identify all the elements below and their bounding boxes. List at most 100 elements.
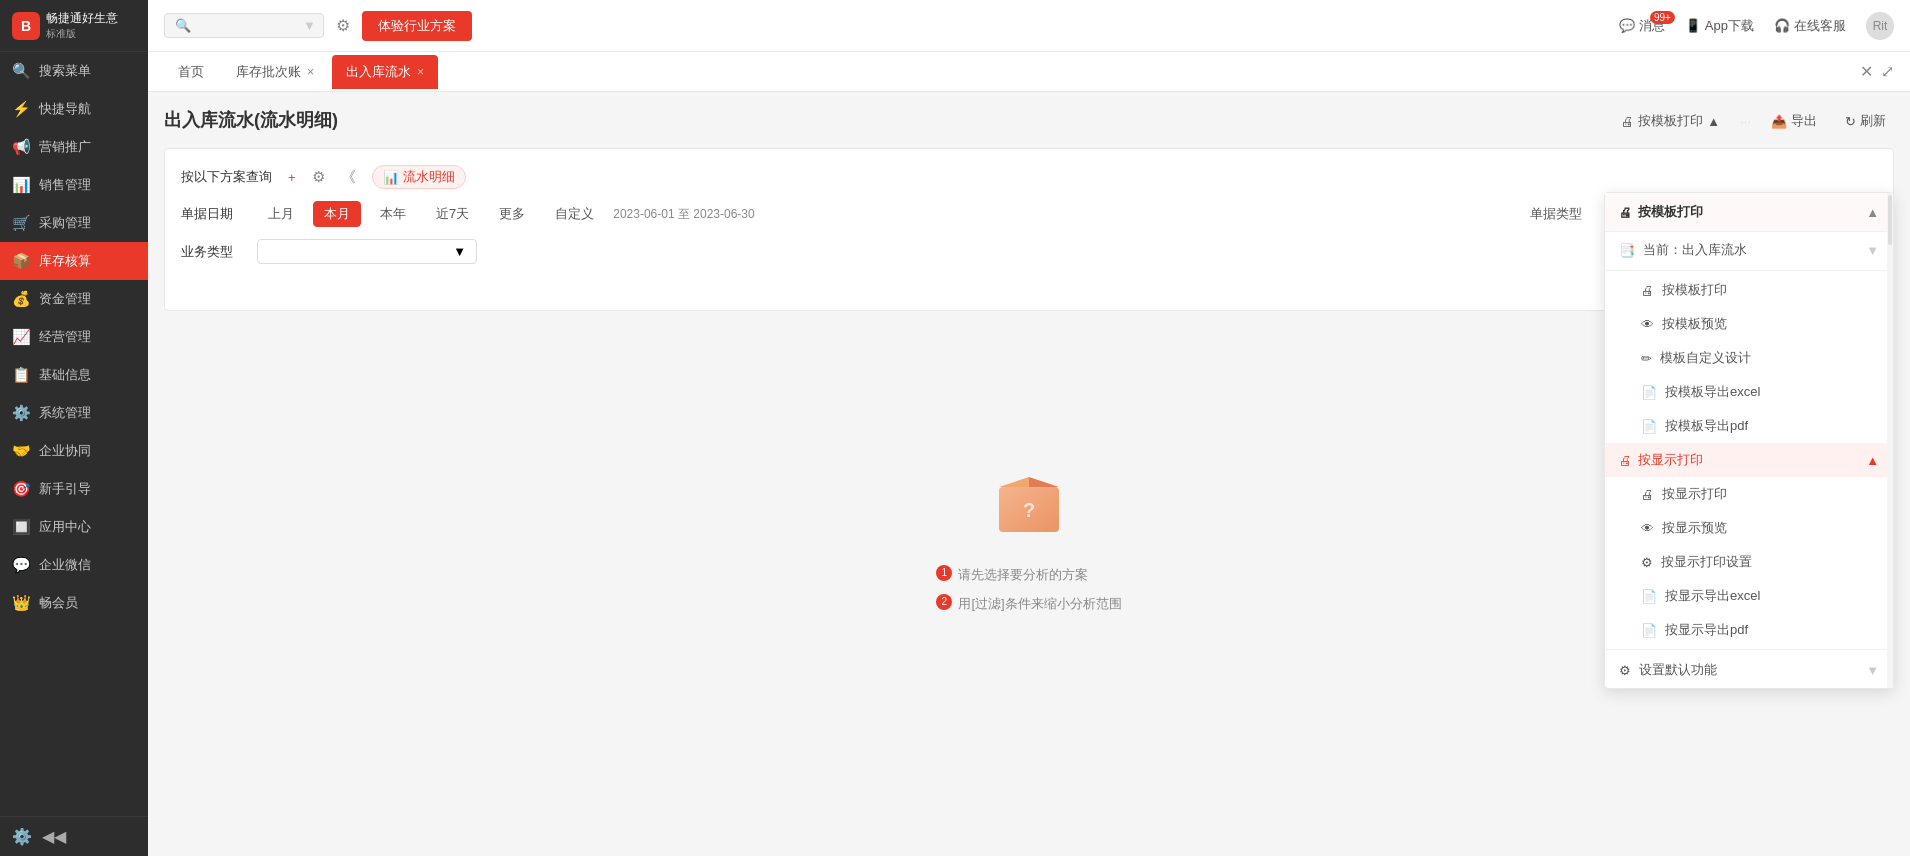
empty-tips: 1 请先选择要分析的方案 2 用[过滤]条件来缩小分析范围 bbox=[936, 563, 1121, 616]
purchase-icon: 🛒 bbox=[12, 214, 31, 232]
sidebar-scroll: 🔍 搜索菜单 ⚡ 快捷导航 📢 营销推广 📊 销售管理 🛒 采购管理 📦 库存核… bbox=[0, 52, 148, 816]
sidebar-item-label: 基础信息 bbox=[39, 366, 91, 384]
dropdown-display-section[interactable]: 🖨 按显示打印 ▲ bbox=[1605, 443, 1893, 477]
tabs-bar: 首页 库存批次账 × 出入库流水 × ✕ ⤢ bbox=[148, 52, 1910, 92]
date-tag-custom[interactable]: 自定义 bbox=[544, 201, 605, 227]
template-pdf-icon: 📄 bbox=[1641, 419, 1657, 434]
sidebar-item-quick-nav[interactable]: ⚡ 快捷导航 bbox=[0, 90, 148, 128]
sidebar-item-label: 采购管理 bbox=[39, 214, 91, 232]
topbar-search-input[interactable] bbox=[197, 19, 297, 33]
dropdown-template-custom[interactable]: ✏ 模板自定义设计 bbox=[1605, 341, 1893, 375]
tab-flow[interactable]: 出入库流水 × bbox=[332, 55, 438, 89]
dropdown-title: 🖨 按模板打印 bbox=[1619, 203, 1703, 221]
sidebar-item-basic[interactable]: 📋 基础信息 bbox=[0, 356, 148, 394]
sidebar-item-sales[interactable]: 📊 销售管理 bbox=[0, 166, 148, 204]
sidebar-item-inventory[interactable]: 📦 库存核算 bbox=[0, 242, 148, 280]
filter-collapse-button[interactable]: 《 bbox=[341, 168, 356, 187]
sidebar-item-system[interactable]: ⚙️ 系统管理 bbox=[0, 394, 148, 432]
dropdown-header: 🖨 按模板打印 ▲ bbox=[1605, 193, 1893, 232]
tab-home[interactable]: 首页 bbox=[164, 55, 218, 89]
quick-nav-icon: ⚡ bbox=[12, 100, 31, 118]
online-service-button[interactable]: 🎧 在线客服 bbox=[1774, 17, 1846, 35]
topbar-search-icon: 🔍 bbox=[175, 18, 191, 33]
export-button[interactable]: 📤 导出 bbox=[1763, 108, 1825, 134]
display-print-section-icon: 🖨 bbox=[1619, 453, 1632, 468]
marketing-icon: 📢 bbox=[12, 138, 31, 156]
svg-marker-2 bbox=[1029, 477, 1059, 487]
sidebar-item-label: 库存核算 bbox=[39, 252, 91, 270]
tab-batch-close[interactable]: × bbox=[307, 65, 314, 79]
topbar-search-box[interactable]: 🔍 ▼ bbox=[164, 13, 324, 38]
sidebar-item-label: 新手引导 bbox=[39, 480, 91, 498]
sidebar-item-operation[interactable]: 📈 经营管理 bbox=[0, 318, 148, 356]
finance-icon: 💰 bbox=[12, 290, 31, 308]
tabs-right-controls: ✕ ⤢ bbox=[1860, 62, 1894, 81]
filter-chip-current[interactable]: 📊 流水明细 bbox=[372, 165, 466, 189]
sidebar-bottom: ⚙️ ◀◀ bbox=[0, 816, 148, 856]
topbar-gear-icon[interactable]: ⚙ bbox=[336, 16, 350, 35]
sidebar-item-apps[interactable]: 🔲 应用中心 bbox=[0, 508, 148, 546]
sidebar-item-guide[interactable]: 🎯 新手引导 bbox=[0, 470, 148, 508]
tab-flow-close[interactable]: × bbox=[417, 65, 424, 79]
print-template-button[interactable]: 🖨 按模板打印 ▲ bbox=[1613, 108, 1728, 134]
app-logo-icon: B bbox=[12, 12, 40, 40]
trial-industry-button[interactable]: 体验行业方案 bbox=[362, 11, 472, 41]
dropdown-template-print[interactable]: 🖨 按模板打印 bbox=[1605, 273, 1893, 307]
dropdown-set-default[interactable]: ⚙ 设置默认功能 ▼ bbox=[1605, 652, 1893, 688]
date-tag-last-month[interactable]: 上月 bbox=[257, 201, 305, 227]
dropdown-template-excel[interactable]: 📄 按模板导出excel bbox=[1605, 375, 1893, 409]
sidebar-item-vip[interactable]: 👑 畅会员 bbox=[0, 584, 148, 622]
avatar-icon: Rit bbox=[1866, 12, 1894, 40]
sidebar-item-label: 企业协同 bbox=[39, 442, 91, 460]
dropdown-display-settings[interactable]: ⚙ 按显示打印设置 bbox=[1605, 545, 1893, 579]
empty-state-icon: ? bbox=[979, 447, 1079, 547]
sidebar-item-wechat[interactable]: 💬 企业微信 bbox=[0, 546, 148, 584]
template-preview-icon: 👁 bbox=[1641, 317, 1654, 332]
business-type-select[interactable]: ▼ bbox=[257, 239, 477, 264]
maximize-button[interactable]: ⤢ bbox=[1881, 62, 1894, 81]
filter-gear-button[interactable]: ⚙ bbox=[312, 168, 325, 186]
date-tag-this-year[interactable]: 本年 bbox=[369, 201, 417, 227]
sidebar-item-marketing[interactable]: 📢 营销推广 bbox=[0, 128, 148, 166]
sidebar-item-finance[interactable]: 💰 资金管理 bbox=[0, 280, 148, 318]
dropdown-template-preview[interactable]: 👁 按模板预览 bbox=[1605, 307, 1893, 341]
dropdown-template-pdf[interactable]: 📄 按模板导出pdf bbox=[1605, 409, 1893, 443]
message-button[interactable]: 💬 消息 99+ bbox=[1619, 17, 1665, 35]
date-tag-7days[interactable]: 近7天 bbox=[425, 201, 480, 227]
date-tag-more[interactable]: 更多 bbox=[488, 201, 536, 227]
dropdown-display-print[interactable]: 🖨 按显示打印 bbox=[1605, 477, 1893, 511]
app-download-button[interactable]: 📱 App下载 bbox=[1685, 17, 1754, 35]
dropdown-scrollbar[interactable] bbox=[1887, 193, 1893, 688]
template-print-icon: 🖨 bbox=[1641, 283, 1654, 298]
dropdown-current-template[interactable]: 📑 当前：出入库流水 ▼ bbox=[1605, 232, 1893, 268]
template-excel-icon: 📄 bbox=[1641, 385, 1657, 400]
divider: ··· bbox=[1740, 114, 1751, 129]
sidebar-item-corp[interactable]: 🤝 企业协同 bbox=[0, 432, 148, 470]
settings-icon[interactable]: ⚙️ bbox=[12, 827, 32, 846]
user-avatar[interactable]: Rit bbox=[1866, 12, 1894, 40]
dropdown-display-excel[interactable]: 📄 按显示导出excel bbox=[1605, 579, 1893, 613]
sidebar-item-search[interactable]: 🔍 搜索菜单 bbox=[0, 52, 148, 90]
tab-batch[interactable]: 库存批次账 × bbox=[222, 55, 328, 89]
guide-icon: 🎯 bbox=[12, 480, 31, 498]
divider-1 bbox=[1605, 270, 1893, 271]
dropdown-display-pdf[interactable]: 📄 按显示导出pdf bbox=[1605, 613, 1893, 647]
template-custom-icon: ✏ bbox=[1641, 351, 1652, 366]
dropdown-display-preview[interactable]: 👁 按显示预览 bbox=[1605, 511, 1893, 545]
sidebar-item-label: 营销推广 bbox=[39, 138, 91, 156]
sidebar-item-purchase[interactable]: 🛒 采购管理 bbox=[0, 204, 148, 242]
display-print-icon: 🖨 bbox=[1641, 487, 1654, 502]
refresh-button[interactable]: ↻ 刷新 bbox=[1837, 108, 1894, 134]
close-all-tabs-button[interactable]: ✕ bbox=[1860, 62, 1873, 81]
dropdown-collapse-icon[interactable]: ▲ bbox=[1866, 205, 1879, 220]
headset-icon: 🎧 bbox=[1774, 18, 1790, 33]
sidebar-item-label: 企业微信 bbox=[39, 556, 91, 574]
filter-label: 按以下方案查询 bbox=[181, 168, 272, 186]
filter-add-button[interactable]: + bbox=[288, 170, 296, 185]
collapse-sidebar-icon[interactable]: ◀◀ bbox=[42, 827, 66, 846]
business-type-dropdown-icon: ▼ bbox=[453, 244, 466, 259]
divider-2 bbox=[1605, 649, 1893, 650]
date-tag-this-month[interactable]: 本月 bbox=[313, 201, 361, 227]
display-pdf-icon: 📄 bbox=[1641, 623, 1657, 638]
corp-icon: 🤝 bbox=[12, 442, 31, 460]
